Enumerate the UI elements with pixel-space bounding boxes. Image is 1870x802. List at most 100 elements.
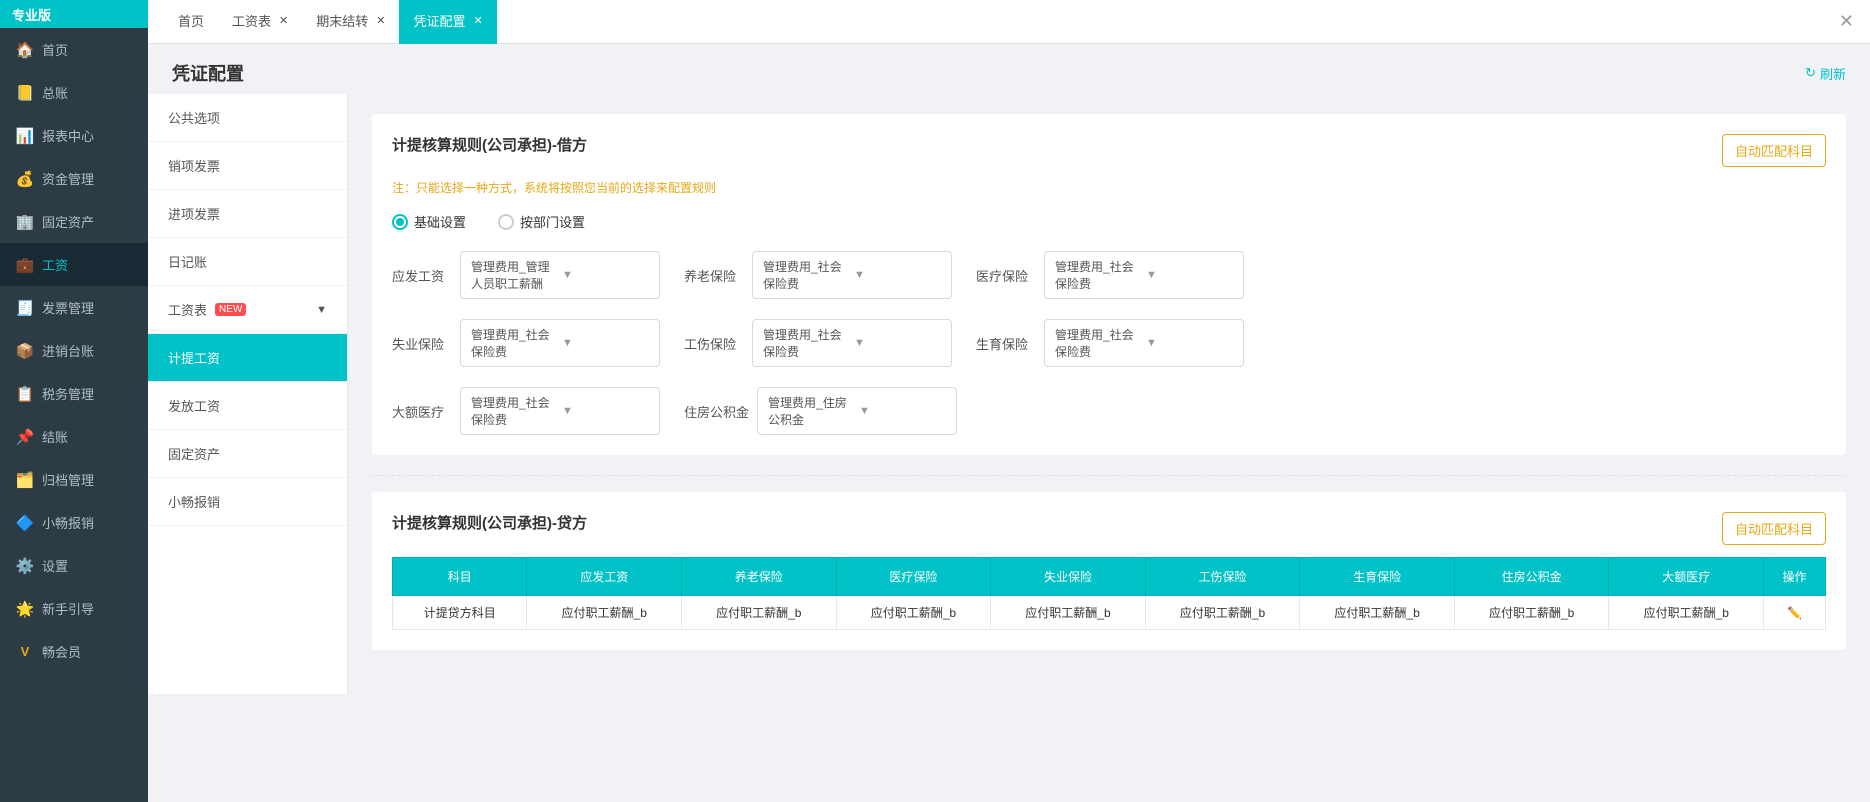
left-menu-item-sales-invoice[interactable]: 销项发票 — [148, 142, 347, 190]
form-row-3: 大额医疗 管理费用_社会保险费 ▼ 住房公积金 管理费用_住房公积金 — [392, 387, 1826, 435]
main-area: 首页 工资表 ✕ 期末结转 ✕ 凭证配置 ✕ ✕ 凭证配置 ↻ 刷新 — [148, 0, 1870, 802]
tab-period-closing[interactable]: 期末结转 ✕ — [302, 0, 399, 44]
form-row-1: 应发工资 管理费用_管理人员职工薪酬 ▼ 养老保险 管理费用_社会保险费 — [392, 251, 1826, 299]
left-menu-item-accrual-salary[interactable]: 计提工资 — [148, 334, 347, 382]
refresh-button[interactable]: ↻ 刷新 — [1805, 64, 1846, 83]
page-header: 凭证配置 ↻ 刷新 — [148, 44, 1870, 94]
form-rows: 应发工资 管理费用_管理人员职工薪酬 ▼ 养老保险 管理费用_社会保险费 — [392, 251, 1826, 435]
purchase-sales-icon: 📦 — [16, 342, 34, 360]
page-content: 凭证配置 ↻ 刷新 公共选项 销项发票 进项发票 日记账 — [148, 44, 1870, 802]
sidebar-item-purchase-sales[interactable]: 📦 进销台账 — [0, 329, 148, 372]
salary-icon: 💼 — [16, 256, 34, 274]
cell-maternity-val: 应付职工薪酬_b — [1300, 596, 1455, 630]
select-unemployment[interactable]: 管理费用_社会保险费 ▼ — [460, 319, 660, 367]
cell-salary-val: 应付职工薪酬_b — [527, 596, 682, 630]
sidebar-item-member[interactable]: V 畅会员 — [0, 630, 148, 673]
sidebar-items: 🏠 首页 📒 总账 📊 报表中心 💰 资金管理 🏢 固定资产 💼 工资 🧾 发票… — [0, 28, 148, 673]
left-menu-item-public-options[interactable]: 公共选项 — [148, 94, 347, 142]
tab-salary-table-close[interactable]: ✕ — [279, 14, 288, 27]
sidebar-item-fixed-assets[interactable]: 🏢 固定资产 — [0, 200, 148, 243]
tab-voucher-config-close[interactable]: ✕ — [474, 14, 483, 27]
section1-note: 注：只能选择一种方式，系统将按照您当前的选择来配置规则 — [392, 179, 1826, 196]
form-item-injury: 工伤保险 管理费用_社会保险费 ▼ — [684, 319, 952, 367]
section2-header: 计提核算规则(公司承担)-贷方 自动匹配科目 — [392, 512, 1826, 545]
submenu-arrow-icon: ▼ — [316, 304, 327, 316]
refresh-icon: ↻ — [1805, 65, 1816, 81]
sidebar-item-guide[interactable]: 🌟 新手引导 — [0, 587, 148, 630]
section1-title: 计提核算规则(公司承担)-借方 — [392, 134, 587, 155]
table-header-row: 科目 应发工资 养老保险 医疗保险 失业保险 工伤保险 生育保险 住房公积金 大… — [393, 558, 1826, 596]
form-item-maternity: 生育保险 管理费用_社会保险费 ▼ — [976, 319, 1244, 367]
section1-header: 计提核算规则(公司承担)-借方 自动匹配科目 — [392, 134, 1826, 167]
select-major-medical-arrow-icon: ▼ — [562, 405, 649, 417]
sidebar-item-home[interactable]: 🏠 首页 — [0, 28, 148, 71]
tab-period-closing-close[interactable]: ✕ — [376, 14, 385, 27]
col-unemployment: 失业保险 — [991, 558, 1146, 596]
sidebar-item-xiao-chang-report[interactable]: 🔷 小畅报销 — [0, 501, 148, 544]
fixed-assets-icon: 🏢 — [16, 213, 34, 231]
radio-by-dept[interactable]: 按部门设置 — [498, 212, 585, 231]
sidebar-item-closing[interactable]: 📌 结账 — [0, 415, 148, 458]
home-icon: 🏠 — [16, 41, 34, 59]
select-injury[interactable]: 管理费用_社会保险费 ▼ — [752, 319, 952, 367]
left-menu-item-salary-table[interactable]: 工资表 NEW ▼ — [148, 286, 347, 334]
select-salary[interactable]: 管理费用_管理人员职工薪酬 ▼ — [460, 251, 660, 299]
select-major-medical[interactable]: 管理费用_社会保险费 ▼ — [460, 387, 660, 435]
auto-match-debit-button[interactable]: 自动匹配科目 — [1722, 134, 1826, 167]
member-icon: V — [16, 643, 34, 661]
tab-voucher-config[interactable]: 凭证配置 ✕ — [399, 0, 496, 44]
page-title: 凭证配置 — [172, 60, 244, 86]
report-icon: 📊 — [16, 127, 34, 145]
radio-by-dept-circle — [498, 214, 514, 230]
left-menu-item-purchase-invoice[interactable]: 进项发票 — [148, 190, 347, 238]
left-menu-item-pay-salary[interactable]: 发放工资 — [148, 382, 347, 430]
settings-icon: ⚙️ — [16, 557, 34, 575]
col-maternity: 生育保险 — [1300, 558, 1455, 596]
sidebar-item-report-center[interactable]: 📊 报表中心 — [0, 114, 148, 157]
new-badge: NEW — [215, 303, 246, 316]
cell-housing-val: 应付职工薪酬_b — [1454, 596, 1609, 630]
cell-major-medical-val: 应付职工薪酬_b — [1609, 596, 1764, 630]
sidebar-item-tax[interactable]: 📋 税务管理 — [0, 372, 148, 415]
cell-action[interactable]: ✏️ — [1764, 596, 1826, 630]
left-menu-item-journal[interactable]: 日记账 — [148, 238, 347, 286]
archive-icon: 🗂️ — [16, 471, 34, 489]
sidebar-item-salary[interactable]: 💼 工资 — [0, 243, 148, 286]
sidebar: 专业版 🏠 首页 📒 总账 📊 报表中心 💰 资金管理 🏢 固定资产 💼 工资 … — [0, 0, 148, 802]
select-medical[interactable]: 管理费用_社会保险费 ▼ — [1044, 251, 1244, 299]
form-item-unemployment: 失业保险 管理费用_社会保险费 ▼ — [392, 319, 660, 367]
col-medical: 医疗保险 — [836, 558, 991, 596]
close-main-btn[interactable]: ✕ — [1839, 11, 1854, 32]
tab-home[interactable]: 首页 — [164, 0, 218, 44]
left-menu-item-xiao-chang[interactable]: 小畅报销 — [148, 478, 347, 526]
radio-group: 基础设置 按部门设置 — [392, 212, 1826, 231]
sidebar-item-settings[interactable]: ⚙️ 设置 — [0, 544, 148, 587]
form-item-major-medical: 大额医疗 管理费用_社会保险费 ▼ — [392, 387, 660, 435]
sidebar-item-general-ledger[interactable]: 📒 总账 — [0, 71, 148, 114]
tax-icon: 📋 — [16, 385, 34, 403]
sidebar-item-funds[interactable]: 💰 资金管理 — [0, 157, 148, 200]
select-medical-arrow-icon: ▼ — [1146, 269, 1233, 281]
auto-match-credit-button[interactable]: 自动匹配科目 — [1722, 512, 1826, 545]
sidebar-item-archive[interactable]: 🗂️ 归档管理 — [0, 458, 148, 501]
cell-medical-val: 应付职工薪酬_b — [836, 596, 991, 630]
select-pension[interactable]: 管理费用_社会保险费 ▼ — [752, 251, 952, 299]
funds-icon: 💰 — [16, 170, 34, 188]
ledger-icon: 📒 — [16, 84, 34, 102]
select-salary-arrow-icon: ▼ — [562, 269, 649, 281]
select-housing-fund-arrow-icon: ▼ — [859, 405, 946, 417]
select-maternity[interactable]: 管理费用_社会保险费 ▼ — [1044, 319, 1244, 367]
cell-pension-val: 应付职工薪酬_b — [682, 596, 837, 630]
select-unemployment-arrow-icon: ▼ — [562, 337, 649, 349]
left-menu: 公共选项 销项发票 进项发票 日记账 工资表 NEW ▼ — [148, 94, 348, 694]
section-credit: 计提核算规则(公司承担)-贷方 自动匹配科目 科目 应发工资 养老保险 医疗保险… — [372, 492, 1846, 650]
radio-basic[interactable]: 基础设置 — [392, 212, 466, 231]
cell-unemployment-val: 应付职工薪酬_b — [991, 596, 1146, 630]
xiao-chang-report-icon: 🔷 — [16, 514, 34, 532]
cell-subject: 计提贷方科目 — [393, 596, 527, 630]
select-housing-fund[interactable]: 管理费用_住房公积金 ▼ — [757, 387, 957, 435]
sidebar-item-invoice[interactable]: 🧾 发票管理 — [0, 286, 148, 329]
app-title: 专业版 — [0, 0, 148, 28]
tab-salary-table[interactable]: 工资表 ✕ — [218, 0, 302, 44]
left-menu-item-fixed-assets[interactable]: 固定资产 — [148, 430, 347, 478]
